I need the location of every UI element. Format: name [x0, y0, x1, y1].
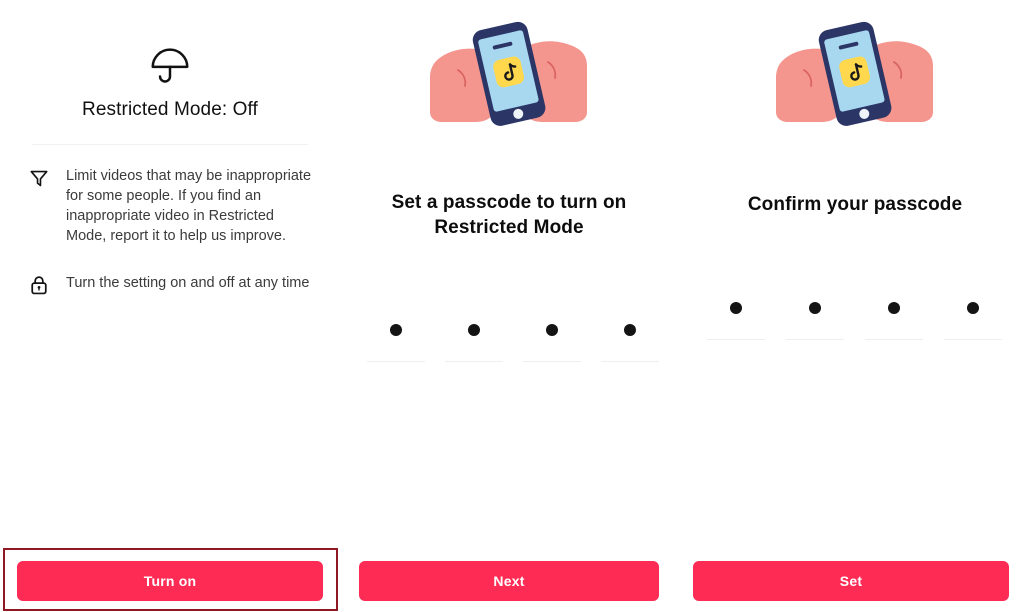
set-passcode-title: Set a passcode to turn on Restricted Mod… — [391, 192, 627, 238]
passcode-underline — [944, 339, 1002, 340]
passcode-dot — [888, 302, 900, 314]
hand-holding-phone-illustration-wrapper — [344, 16, 674, 126]
restricted-mode-setup-screen: Restricted Mode: Off Limit videos that m… — [0, 0, 1024, 612]
info-row-toggle-anytime: Turn the setting on and off at any time — [28, 273, 318, 296]
panel-restricted-mode-overview: Restricted Mode: Off Limit videos that m… — [0, 0, 340, 612]
passcode-dot — [809, 302, 821, 314]
next-button[interactable]: Next — [359, 561, 659, 601]
passcode-dot — [624, 324, 636, 336]
umbrella-icon-wrapper — [0, 42, 340, 88]
passcode-cell[interactable] — [523, 320, 581, 362]
passcode-dot — [546, 324, 558, 336]
passcode-dot — [390, 324, 402, 336]
passcode-dot — [730, 302, 742, 314]
passcode-cell[interactable] — [786, 298, 844, 340]
lock-icon — [31, 276, 47, 295]
info-row-limit-videos: Limit videos that may be inappropriate f… — [28, 166, 318, 246]
passcode-underline — [523, 361, 581, 362]
passcode-dot — [967, 302, 979, 314]
passcode-cell[interactable] — [367, 320, 425, 362]
passcode-cell[interactable] — [865, 298, 923, 340]
info-text-limit-videos: Limit videos that may be inappropriate f… — [66, 168, 312, 244]
passcode-underline — [367, 361, 425, 362]
passcode-underline — [445, 361, 503, 362]
hand-holding-phone-illustration — [430, 21, 587, 126]
passcode-cell[interactable] — [707, 298, 765, 340]
panel-set-passcode: Set a passcode to turn on Restricted Mod… — [344, 0, 674, 612]
passcode-underline — [865, 339, 923, 340]
confirm-passcode-title: Confirm your passcode — [747, 194, 963, 215]
set-button[interactable]: Set — [693, 561, 1009, 601]
passcode-cell[interactable] — [601, 320, 659, 362]
section-divider — [32, 144, 308, 145]
passcode-underline — [601, 361, 659, 362]
turn-on-button[interactable]: Turn on — [17, 561, 323, 601]
passcode-input-confirm[interactable] — [707, 298, 1002, 340]
passcode-underline — [786, 339, 844, 340]
passcode-dot — [468, 324, 480, 336]
hand-holding-phone-illustration — [776, 21, 933, 126]
umbrella-icon — [151, 48, 189, 83]
passcode-input-set[interactable] — [367, 320, 659, 362]
info-text-toggle-anytime: Turn the setting on and off at any time — [66, 275, 310, 291]
filter-icon — [30, 170, 48, 187]
passcode-underline — [707, 339, 765, 340]
restricted-mode-status-title: Restricted Mode: Off — [82, 99, 258, 120]
passcode-cell[interactable] — [944, 298, 1002, 340]
passcode-cell[interactable] — [445, 320, 503, 362]
hand-holding-phone-illustration-wrapper-confirm — [686, 16, 1024, 126]
